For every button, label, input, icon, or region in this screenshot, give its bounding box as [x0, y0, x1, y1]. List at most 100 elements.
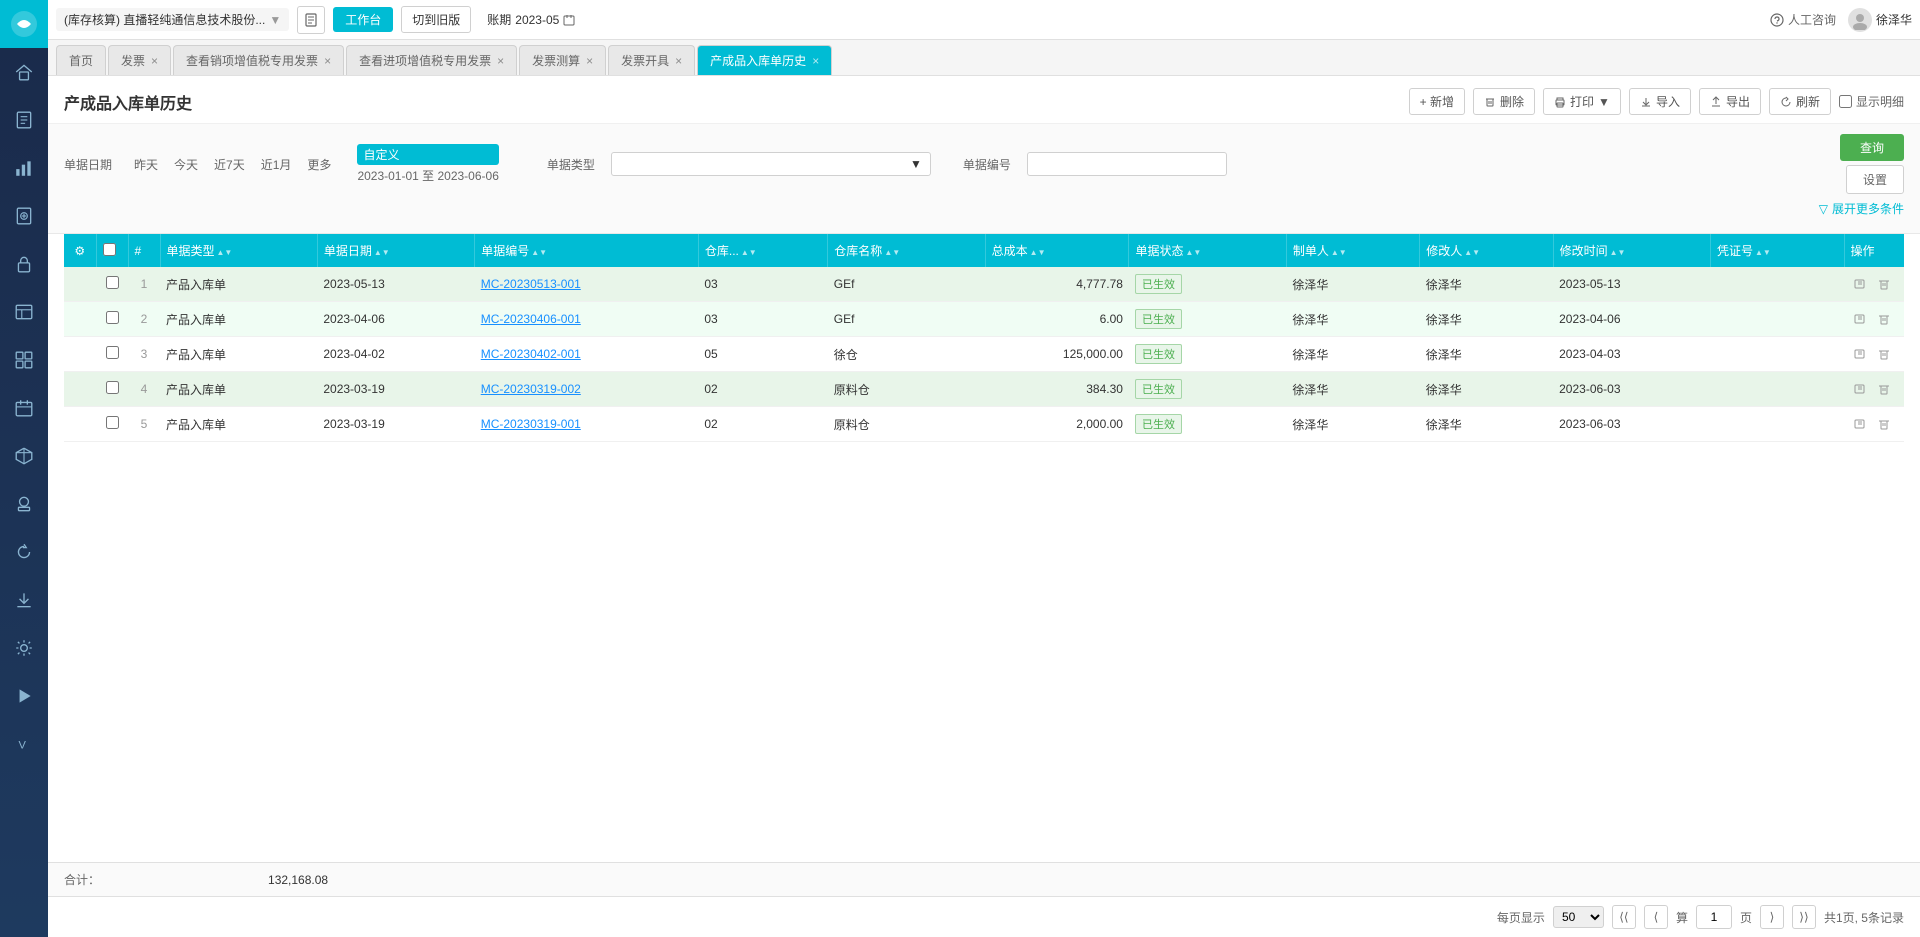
- per-page-select[interactable]: 50 100 200: [1553, 906, 1604, 928]
- sidebar-item-grid[interactable]: [0, 336, 48, 384]
- sidebar-item-invoice-mgr[interactable]: [0, 192, 48, 240]
- number-link-2[interactable]: MC-20230402-001: [481, 347, 581, 361]
- user-service-btn[interactable]: 人工咨询: [1770, 11, 1836, 28]
- col-voucher[interactable]: 凭证号▲▼: [1710, 234, 1844, 267]
- number-input[interactable]: [1027, 152, 1227, 176]
- last-page-btn[interactable]: ⟩⟩: [1792, 905, 1816, 929]
- workspace-button[interactable]: 工作台: [333, 7, 393, 32]
- filter-area: 单据日期 昨天今天近7天近1月更多 自定义 2023-01-01 至 2023-…: [48, 124, 1920, 234]
- tab-close-invoice-calc[interactable]: ×: [586, 54, 593, 68]
- refresh-button[interactable]: 刷新: [1769, 88, 1831, 115]
- edit-icon-2[interactable]: [1850, 344, 1870, 364]
- date-shortcut-0[interactable]: 昨天: [128, 154, 164, 175]
- select-all-checkbox[interactable]: [103, 243, 116, 256]
- number-link-0[interactable]: MC-20230513-001: [481, 277, 581, 291]
- sidebar-item-box[interactable]: [0, 432, 48, 480]
- sidebar-item-download[interactable]: [0, 576, 48, 624]
- sidebar-item-video[interactable]: [0, 672, 48, 720]
- edit-icon-3[interactable]: [1850, 379, 1870, 399]
- switch-version-button[interactable]: 切到旧版: [401, 6, 471, 33]
- expand-filter-btn[interactable]: ▽ 展开更多条件: [1819, 200, 1904, 217]
- tab-close-vat-purchase[interactable]: ×: [497, 54, 504, 68]
- delete-icon-3[interactable]: [1874, 379, 1894, 399]
- tab-close-invoice[interactable]: ×: [151, 54, 158, 68]
- delete-icon-4[interactable]: [1874, 414, 1894, 434]
- edit-icon-0[interactable]: [1850, 274, 1870, 294]
- date-shortcut-3[interactable]: 近1月: [255, 154, 298, 175]
- col-modifier[interactable]: 修改人▲▼: [1420, 234, 1553, 267]
- edit-icon-1[interactable]: [1850, 309, 1870, 329]
- cell-number-4[interactable]: MC-20230319-001: [475, 407, 699, 442]
- sidebar-item-calendar[interactable]: [0, 384, 48, 432]
- tab-close-product-history[interactable]: ×: [812, 54, 819, 68]
- import-button[interactable]: 导入: [1629, 88, 1691, 115]
- doc-icon-btn[interactable]: [297, 6, 325, 34]
- number-link-4[interactable]: MC-20230319-001: [481, 417, 581, 431]
- delete-icon-0[interactable]: [1874, 274, 1894, 294]
- delete-icon-1[interactable]: [1874, 309, 1894, 329]
- row-checkbox-2[interactable]: [106, 346, 119, 359]
- row-checkbox-0[interactable]: [106, 276, 119, 289]
- print-button[interactable]: 打印 ▼: [1543, 88, 1621, 115]
- cell-number-1[interactable]: MC-20230406-001: [475, 302, 699, 337]
- table-row: 3 产品入库单 2023-04-02 MC-20230402-001 05 徐仓…: [64, 337, 1904, 372]
- sidebar-item-account[interactable]: [0, 288, 48, 336]
- col-number[interactable]: 单据编号▲▼: [475, 234, 699, 267]
- tab-vat-purchase[interactable]: 查看进项增值税专用发票×: [346, 45, 517, 75]
- cell-number-3[interactable]: MC-20230319-002: [475, 372, 699, 407]
- col-date[interactable]: 单据日期▲▼: [317, 234, 474, 267]
- tab-product-history[interactable]: 产成品入库单历史×: [697, 45, 832, 75]
- sidebar-item-doc[interactable]: [0, 96, 48, 144]
- sidebar-item-settings[interactable]: [0, 624, 48, 672]
- first-page-btn[interactable]: ⟨⟨: [1612, 905, 1636, 929]
- sidebar-item-version[interactable]: V: [0, 720, 48, 768]
- next-page-btn[interactable]: ⟩: [1760, 905, 1784, 929]
- delete-button[interactable]: 删除: [1473, 88, 1535, 115]
- col-total-cost[interactable]: 总成本▲▼: [985, 234, 1129, 267]
- tab-close-invoice-open[interactable]: ×: [675, 54, 682, 68]
- tab-invoice-open[interactable]: 发票开具×: [608, 45, 695, 75]
- col-warehouse-name[interactable]: 仓库名称▲▼: [828, 234, 985, 267]
- date-shortcut-1[interactable]: 今天: [168, 154, 204, 175]
- tab-close-vat-sales[interactable]: ×: [324, 54, 331, 68]
- date-shortcut-2[interactable]: 近7天: [208, 154, 251, 175]
- sidebar-item-lock[interactable]: [0, 240, 48, 288]
- new-button[interactable]: + 新增: [1409, 88, 1465, 115]
- col-creator[interactable]: 制单人▲▼: [1286, 234, 1419, 267]
- row-checkbox-1[interactable]: [106, 311, 119, 324]
- col-modify-time[interactable]: 修改时间▲▼: [1553, 234, 1710, 267]
- app-logo[interactable]: [0, 0, 48, 48]
- sidebar-item-chart[interactable]: [0, 144, 48, 192]
- show-detail-toggle[interactable]: 显示明细: [1839, 93, 1904, 110]
- company-selector[interactable]: (库存核算) 直播轻纯通信息技术股份... ▼: [56, 8, 289, 31]
- col-settings[interactable]: ⚙: [64, 234, 96, 267]
- sidebar-item-cycle[interactable]: [0, 528, 48, 576]
- edit-icon-4[interactable]: [1850, 414, 1870, 434]
- row-checkbox-3[interactable]: [106, 381, 119, 394]
- sidebar-item-home[interactable]: [0, 48, 48, 96]
- col-status[interactable]: 单据状态▲▼: [1129, 234, 1286, 267]
- settings-button[interactable]: 设置: [1846, 165, 1904, 194]
- date-shortcut-4[interactable]: 更多: [301, 154, 337, 175]
- tab-home[interactable]: 首页: [56, 45, 106, 75]
- user-profile[interactable]: 徐泽华: [1848, 8, 1912, 32]
- show-detail-checkbox[interactable]: [1839, 95, 1852, 108]
- col-type[interactable]: 单据类型▲▼: [160, 234, 317, 267]
- page-input[interactable]: [1696, 905, 1732, 929]
- custom-shortcut[interactable]: 自定义: [357, 144, 498, 165]
- number-link-1[interactable]: MC-20230406-001: [481, 312, 581, 326]
- cell-number-0[interactable]: MC-20230513-001: [475, 267, 699, 302]
- prev-page-btn[interactable]: ⟨: [1644, 905, 1668, 929]
- query-button[interactable]: 查询: [1840, 134, 1904, 161]
- sidebar-item-stamp[interactable]: [0, 480, 48, 528]
- type-select[interactable]: ▼: [611, 152, 931, 176]
- export-button[interactable]: 导出: [1699, 88, 1761, 115]
- tab-vat-sales[interactable]: 查看销项增值税专用发票×: [173, 45, 344, 75]
- tab-invoice-calc[interactable]: 发票测算×: [519, 45, 606, 75]
- delete-icon-2[interactable]: [1874, 344, 1894, 364]
- row-checkbox-4[interactable]: [106, 416, 119, 429]
- number-link-3[interactable]: MC-20230319-002: [481, 382, 581, 396]
- col-warehouse-code[interactable]: 仓库...▲▼: [698, 234, 827, 267]
- tab-invoice[interactable]: 发票×: [108, 45, 171, 75]
- cell-number-2[interactable]: MC-20230402-001: [475, 337, 699, 372]
